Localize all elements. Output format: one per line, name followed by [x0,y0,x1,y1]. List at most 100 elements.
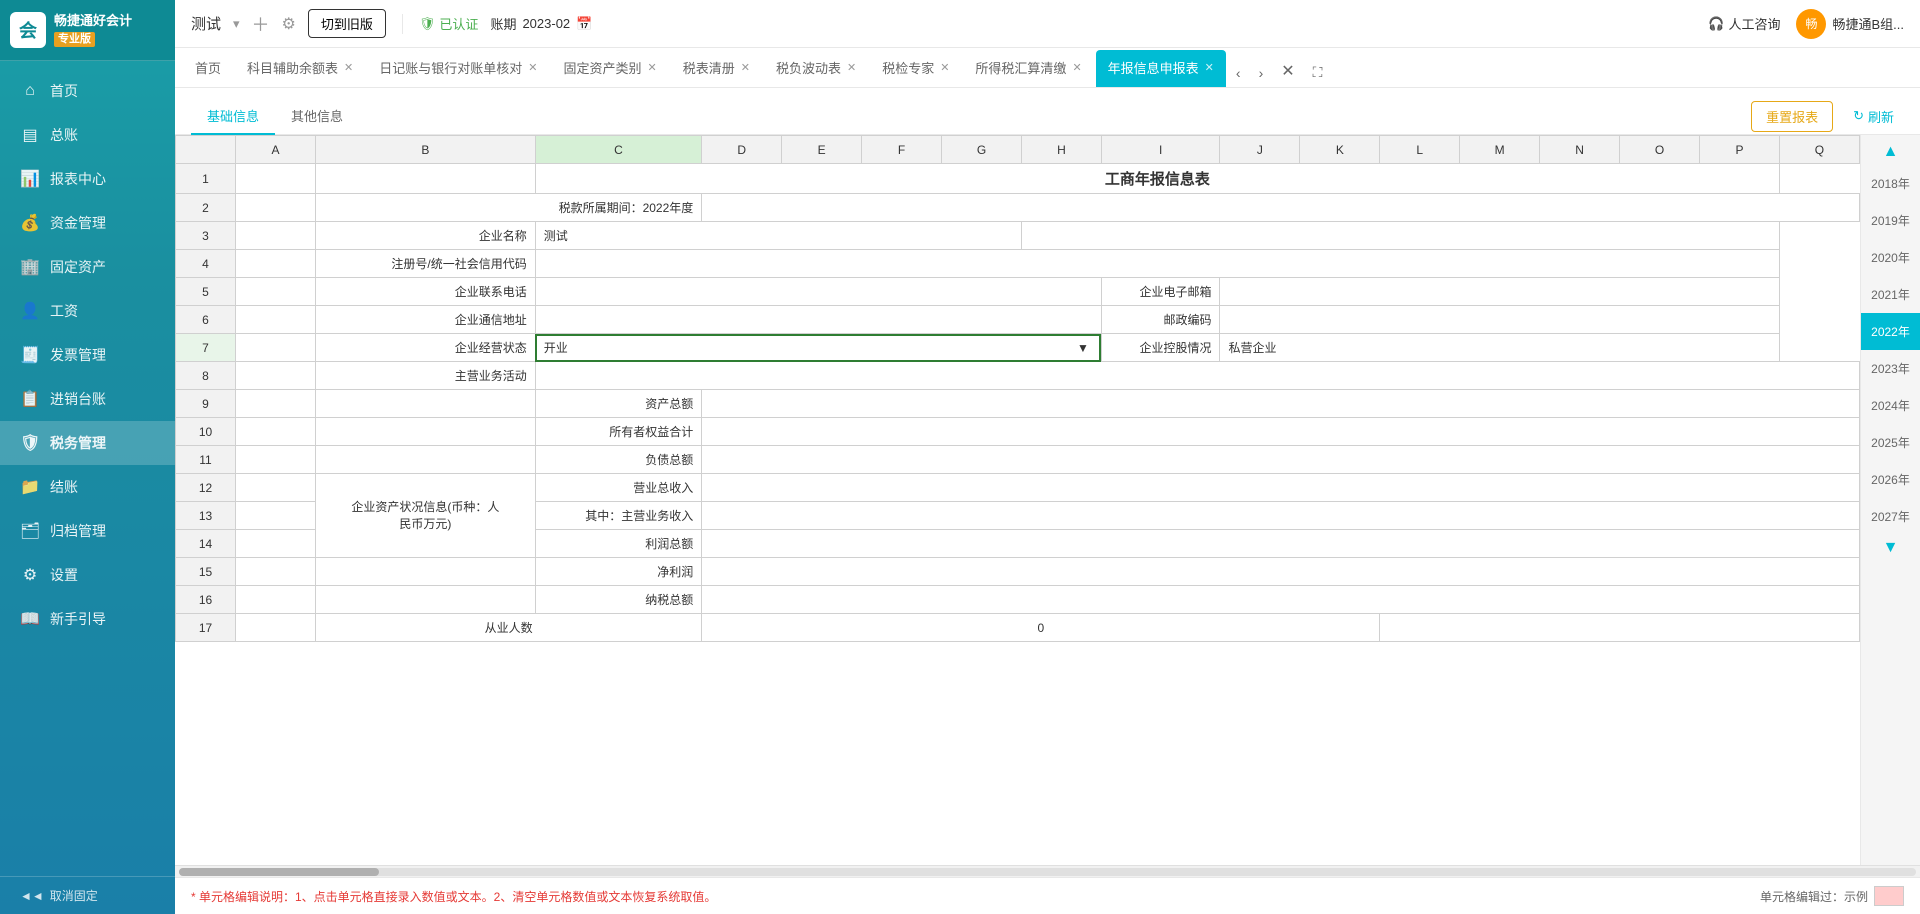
cell-6-j[interactable]: 邮政编码 [1101,306,1220,334]
sidebar-item-settings[interactable]: ⚙ 设置 [0,553,175,597]
tab-journal[interactable]: 日记账与银行对账单核对 ✕ [367,50,549,87]
cell-5-k[interactable] [1220,278,1779,306]
tab-expand-btn[interactable]: ⛶ [1305,58,1331,87]
sidebar-item-purchase[interactable]: 📋 进销台账 [0,377,175,421]
year-item-2021[interactable]: 2021年 [1861,276,1920,313]
tab-close-annual-report[interactable]: ✕ [1205,61,1214,74]
reset-button[interactable]: 重置报表 [1751,101,1833,132]
cell-2-b[interactable]: 税款所属期间：2022年度 [315,194,701,222]
cell-8-b[interactable]: 主营业务活动 [315,362,535,390]
year-item-2025[interactable]: 2025年 [1861,424,1920,461]
year-nav-down[interactable]: ▼ [1879,535,1903,561]
tab-auxiliary[interactable]: 科目辅助余额表 ✕ [235,50,365,87]
tab-fixed-asset[interactable]: 固定资产类别 ✕ [551,50,668,87]
cell-5-a[interactable] [236,278,316,306]
tab-close-journal[interactable]: ✕ [528,61,537,74]
cell-15-d[interactable] [702,558,1860,586]
cell-16-c[interactable]: 纳税总额 [535,586,702,614]
sidebar-item-ledger[interactable]: ▤ 总账 [0,113,175,157]
tab-income-tax[interactable]: 所得税汇算清缴 ✕ [963,50,1093,87]
calendar-icon[interactable]: 📅 [576,16,592,32]
cell-17-d[interactable]: 0 [702,614,1380,642]
cell-14-c[interactable]: 利润总额 [535,530,702,558]
year-item-2018[interactable]: 2018年 [1861,165,1920,202]
cell-12-b[interactable]: 企业资产状况信息(币种：人民币万元) [315,474,535,558]
sidebar-item-close[interactable]: 📁 结账 [0,465,175,509]
cell-17-rest[interactable] [1380,614,1860,642]
cell-5-c[interactable] [535,278,1101,306]
cell-4-c[interactable] [535,250,1779,278]
cell-16-d[interactable] [702,586,1860,614]
year-item-2024[interactable]: 2024年 [1861,387,1920,424]
topbar-settings-btn[interactable]: ⚙ [282,14,296,34]
sidebar-item-guide[interactable]: 📖 新手引导 [0,597,175,641]
cell-17-b[interactable]: 从业人数 [315,614,701,642]
year-item-2020[interactable]: 2020年 [1861,239,1920,276]
app-logo[interactable]: 会 畅捷通好会计 专业版 [0,0,175,61]
cell-17-a[interactable] [236,614,316,642]
sidebar-item-asset[interactable]: 🏢 固定资产 [0,245,175,289]
cell-14-d[interactable] [702,530,1860,558]
horizontal-scrollbar[interactable] [175,865,1920,877]
sidebar-collapse-btn[interactable]: ◄◄ 取消固定 [0,876,175,914]
cell-11-a[interactable] [236,446,316,474]
cell-9-b[interactable] [315,390,535,418]
tab-tax-expert[interactable]: 税检专家 ✕ [870,50,961,87]
service-btn[interactable]: 🎧 人工咨询 [1708,14,1780,33]
cell-8-c[interactable] [535,362,1859,390]
cell-12-d[interactable] [702,474,1860,502]
year-item-2027[interactable]: 2027年 [1861,498,1920,535]
cell-1-b[interactable] [315,164,535,194]
cell-16-a[interactable] [236,586,316,614]
year-nav-up[interactable]: ▲ [1879,139,1903,165]
tab-annual-report[interactable]: 年报信息申报表 ✕ [1096,50,1226,87]
refresh-button[interactable]: ↻ 刷新 [1843,102,1904,131]
cell-7-j[interactable]: 企业控股情况 [1101,334,1220,362]
cell-3-c[interactable]: 测试 [535,222,1021,250]
cell-7-a[interactable] [236,334,316,362]
cell-3-rest[interactable] [1021,222,1779,250]
cell-13-c[interactable]: 其中：主营业务收入 [535,502,702,530]
cell-11-b[interactable] [315,446,535,474]
cell-7-c[interactable]: 开业 ▼ [535,334,1101,362]
cell-2-a[interactable] [236,194,316,222]
cell-8-a[interactable] [236,362,316,390]
tab-tax-fluctuation[interactable]: 税负波动表 ✕ [764,50,868,87]
cell-13-d[interactable] [702,502,1860,530]
cell-10-c[interactable]: 所有者权益合计 [535,418,702,446]
spreadsheet-container[interactable]: A B C D E F G H I J K L [175,135,1860,865]
cell-4-a[interactable] [236,250,316,278]
cell-11-d[interactable] [702,446,1860,474]
topbar-add-btn[interactable]: ＋ [252,11,270,37]
sub-tab-basic[interactable]: 基础信息 [191,98,275,135]
cell-10-a[interactable] [236,418,316,446]
tab-close-fixed-asset[interactable]: ✕ [648,61,657,74]
cell-1-title[interactable]: 工商年报信息表 [535,164,1779,194]
cell-12-a[interactable] [236,474,316,502]
tab-home[interactable]: 首页 [183,50,233,87]
cell-15-a[interactable] [236,558,316,586]
cell-3-b[interactable]: 企业名称 [315,222,535,250]
sidebar-item-invoice[interactable]: 🧾 发票管理 [0,333,175,377]
cell-5-j[interactable]: 企业电子邮箱 [1101,278,1220,306]
sidebar-item-home[interactable]: ⌂ 首页 [0,69,175,113]
cell-13-a[interactable] [236,502,316,530]
cell-1-a[interactable] [236,164,316,194]
dropdown-arrow-icon[interactable]: ▼ [1077,341,1093,355]
user-menu[interactable]: 畅 畅捷通B组... [1796,9,1904,39]
year-item-2019[interactable]: 2019年 [1861,202,1920,239]
year-item-2023[interactable]: 2023年 [1861,350,1920,387]
cell-6-a[interactable] [236,306,316,334]
tab-close-income-tax[interactable]: ✕ [1072,61,1081,74]
tab-nav-next[interactable]: › [1251,59,1272,87]
cell-3-a[interactable] [236,222,316,250]
sub-tab-other[interactable]: 其他信息 [275,98,359,135]
cell-10-b[interactable] [315,418,535,446]
cell-4-b[interactable]: 注册号/统一社会信用代码 [315,250,535,278]
cell-7-k[interactable]: 私营企业 [1220,334,1779,362]
sidebar-item-report[interactable]: 📊 报表中心 [0,157,175,201]
cell-5-b[interactable]: 企业联系电话 [315,278,535,306]
sidebar-item-fund[interactable]: 💰 资金管理 [0,201,175,245]
tab-close-tax-expert[interactable]: ✕ [940,61,949,74]
cell-9-c[interactable]: 资产总额 [535,390,702,418]
